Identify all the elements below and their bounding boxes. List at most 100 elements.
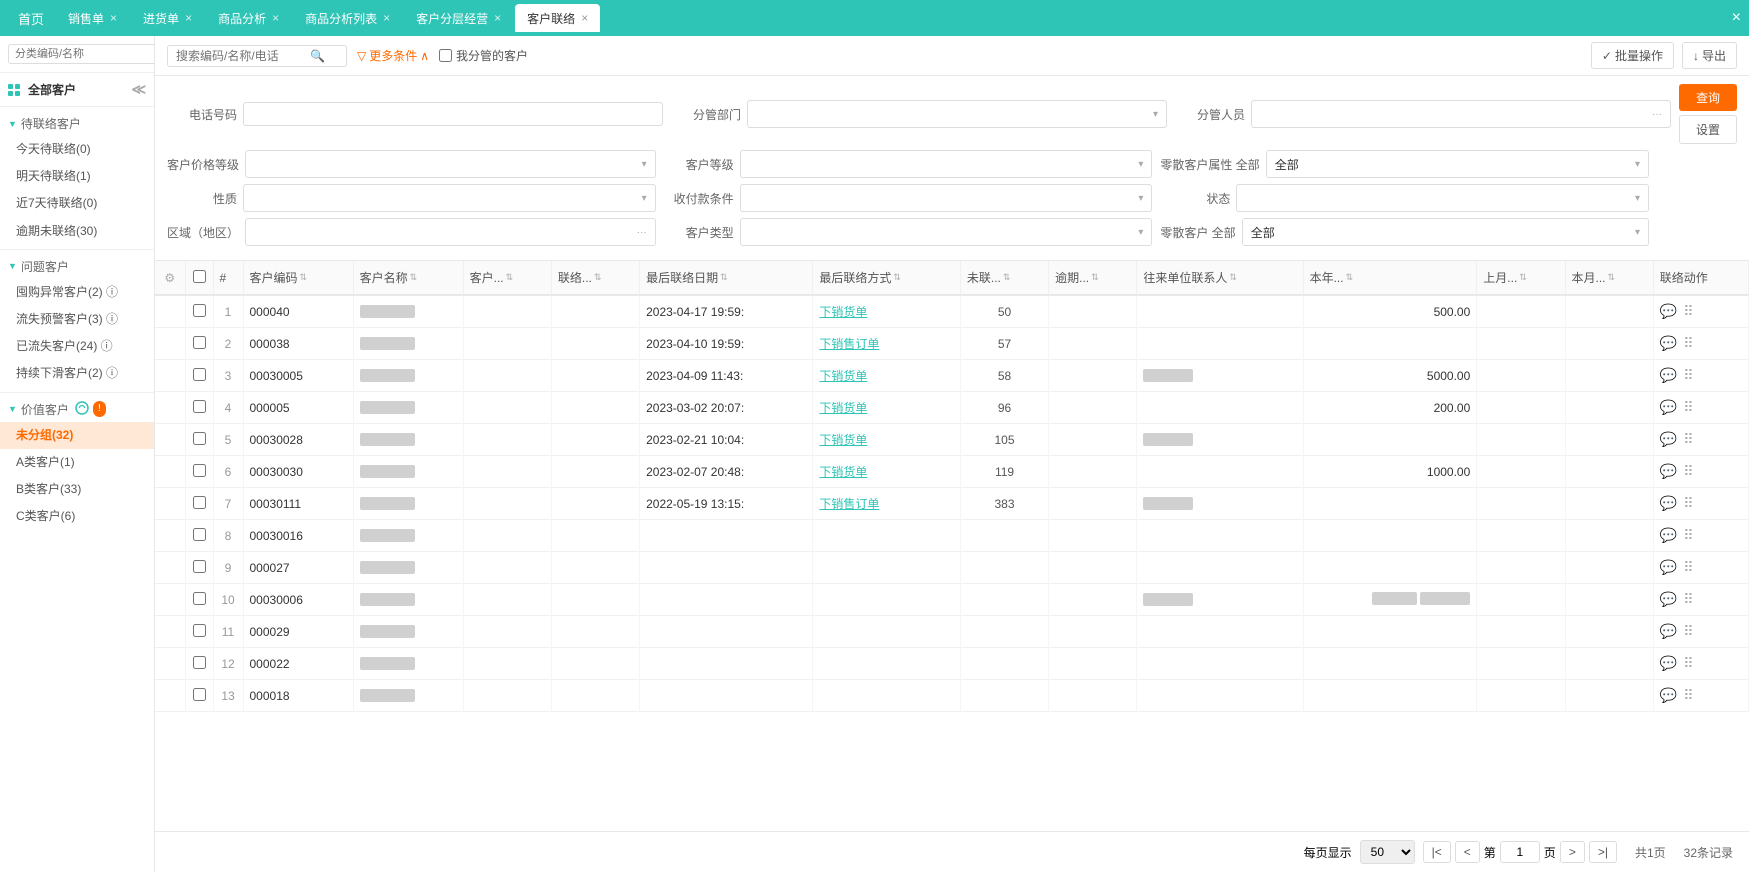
group-value-customers[interactable]: ▼ 价值客户 ! [0, 397, 154, 422]
refresh-icon[interactable] [75, 401, 89, 415]
row-checkbox[interactable] [193, 304, 206, 317]
select-nature[interactable]: ▾ [243, 184, 656, 212]
select-dept[interactable]: ▾ [747, 100, 1167, 128]
action-message-icon[interactable]: 💬 [1660, 527, 1677, 544]
tab-customer-tier[interactable]: 客户分层经营 × [404, 4, 513, 32]
action-message-icon[interactable]: 💬 [1660, 495, 1677, 512]
per-page-select[interactable]: 50 20 100 [1360, 840, 1415, 864]
action-message-icon[interactable]: 💬 [1660, 655, 1677, 672]
action-grid-icon[interactable]: ⠿ [1683, 335, 1693, 352]
action-message-icon[interactable]: 💬 [1660, 623, 1677, 640]
all-customers-header[interactable]: 全部客户 ≪ [0, 73, 154, 102]
action-grid-icon[interactable]: ⠿ [1683, 463, 1693, 480]
link-last-way[interactable]: 下销货单 [819, 433, 867, 447]
row-checkbox[interactable] [193, 560, 206, 573]
page-input[interactable] [1500, 841, 1540, 863]
my-customers-checkbox[interactable] [439, 49, 452, 62]
select-price-level[interactable]: ▾ [245, 150, 656, 178]
tab-sales-close[interactable]: × [110, 11, 117, 25]
action-message-icon[interactable]: 💬 [1660, 559, 1677, 576]
td-checkbox[interactable] [185, 584, 213, 616]
td-checkbox[interactable] [185, 295, 213, 328]
action-grid-icon[interactable]: ⠿ [1683, 687, 1693, 704]
td-checkbox[interactable] [185, 424, 213, 456]
tab-customer-tier-close[interactable]: × [494, 11, 501, 25]
sidebar-item-c-class[interactable]: C类客户(6) [0, 503, 154, 530]
td-checkbox[interactable] [185, 520, 213, 552]
group-problem-customers[interactable]: ▼ 问题客户 [0, 254, 154, 279]
row-checkbox[interactable] [193, 400, 206, 413]
sidebar-item-churn-warning[interactable]: 流失预警客户(3) ⓘ [0, 306, 154, 333]
td-checkbox[interactable] [185, 392, 213, 424]
sidebar-item-a-class[interactable]: A类客户(1) [0, 449, 154, 476]
tab-product-analysis-close[interactable]: × [272, 11, 279, 25]
action-grid-icon[interactable]: ⠿ [1683, 559, 1693, 576]
my-customers-filter[interactable]: 我分管的客户 [439, 47, 528, 64]
action-message-icon[interactable]: 💬 [1660, 335, 1677, 352]
td-checkbox[interactable] [185, 552, 213, 584]
td-checkbox[interactable] [185, 616, 213, 648]
row-checkbox[interactable] [193, 496, 206, 509]
sidebar-item-b-class[interactable]: B类客户(33) [0, 476, 154, 503]
action-message-icon[interactable]: 💬 [1660, 431, 1677, 448]
col-last-month[interactable]: 上月...⇅ [1477, 261, 1565, 295]
link-last-way[interactable]: 下销售订单 [819, 497, 879, 511]
row-checkbox[interactable] [193, 336, 206, 349]
tab-home[interactable]: 首页 [8, 9, 54, 28]
sidebar-item-7days[interactable]: 近7天待联络(0) [0, 190, 154, 217]
tab-product-analysis-list[interactable]: 商品分析列表 × [293, 4, 402, 32]
action-message-icon[interactable]: 💬 [1660, 367, 1677, 384]
link-last-way[interactable]: 下销货单 [819, 369, 867, 383]
td-checkbox[interactable] [185, 328, 213, 360]
row-checkbox[interactable] [193, 528, 206, 541]
filter-more-btn[interactable]: ▽ 更多条件 ∧ [357, 47, 429, 64]
row-checkbox[interactable] [193, 368, 206, 381]
action-grid-icon[interactable]: ⠿ [1683, 367, 1693, 384]
link-last-way[interactable]: 下销货单 [819, 401, 867, 415]
td-checkbox[interactable] [185, 648, 213, 680]
td-checkbox[interactable] [185, 488, 213, 520]
action-grid-icon[interactable]: ⠿ [1683, 303, 1693, 320]
action-message-icon[interactable]: 💬 [1660, 463, 1677, 480]
col-gear[interactable]: ⚙ [155, 261, 185, 295]
col-checkbox-header[interactable] [185, 261, 213, 295]
filter-search-icon[interactable]: 🔍 [310, 49, 325, 63]
sidebar-search-input[interactable] [8, 44, 155, 64]
tab-customer-contact-close[interactable]: × [581, 11, 588, 25]
select-payment[interactable]: ▾ [740, 184, 1153, 212]
tab-purchase[interactable]: 进货单 × [131, 4, 204, 32]
select-person[interactable]: ··· [1251, 100, 1671, 128]
col-uncontacted[interactable]: 未联...⇅ [960, 261, 1048, 295]
col-last-date[interactable]: 最后联络日期⇅ [640, 261, 813, 295]
row-checkbox[interactable] [193, 624, 206, 637]
sidebar-item-declining[interactable]: 持续下滑客户(2) ⓘ [0, 360, 154, 387]
link-last-way[interactable]: 下销货单 [819, 465, 867, 479]
col-contact-person[interactable]: 往来单位联系人⇅ [1137, 261, 1303, 295]
col-contact[interactable]: 联络...⇅ [551, 261, 639, 295]
prev-page-btn[interactable]: < [1455, 841, 1480, 863]
group-pending-contact[interactable]: ▼ 待联络客户 [0, 111, 154, 136]
row-checkbox[interactable] [193, 656, 206, 669]
export-btn[interactable]: ↓ 导出 [1682, 42, 1737, 69]
batch-ops-btn[interactable]: ✓ 批量操作 [1591, 42, 1674, 69]
filter-search-input[interactable] [176, 49, 306, 63]
col-year[interactable]: 本年...⇅ [1303, 261, 1477, 295]
query-btn[interactable]: 查询 [1679, 84, 1737, 111]
col-name[interactable]: 客户名称⇅ [353, 261, 463, 295]
tab-product-analysis[interactable]: 商品分析 × [206, 4, 291, 32]
next-page-btn[interactable]: > [1560, 841, 1585, 863]
tab-sales[interactable]: 销售单 × [56, 4, 129, 32]
select-customer-type[interactable]: ▾ [740, 218, 1153, 246]
tab-product-analysis-list-close[interactable]: × [383, 11, 390, 25]
sidebar-collapse-icon[interactable]: ≪ [131, 81, 146, 98]
sidebar-item-hoarding[interactable]: 囤购异常客户(2) ⓘ [0, 279, 154, 306]
td-checkbox[interactable] [185, 456, 213, 488]
input-phone[interactable] [243, 102, 663, 126]
action-grid-icon[interactable]: ⠿ [1683, 591, 1693, 608]
select-status[interactable]: ▾ [1236, 184, 1649, 212]
sidebar-item-unclassified[interactable]: 未分组(32) [0, 422, 154, 449]
row-checkbox[interactable] [193, 432, 206, 445]
tab-purchase-close[interactable]: × [185, 11, 192, 25]
tab-customer-contact[interactable]: 客户联络 × [515, 4, 600, 32]
action-message-icon[interactable]: 💬 [1660, 303, 1677, 320]
